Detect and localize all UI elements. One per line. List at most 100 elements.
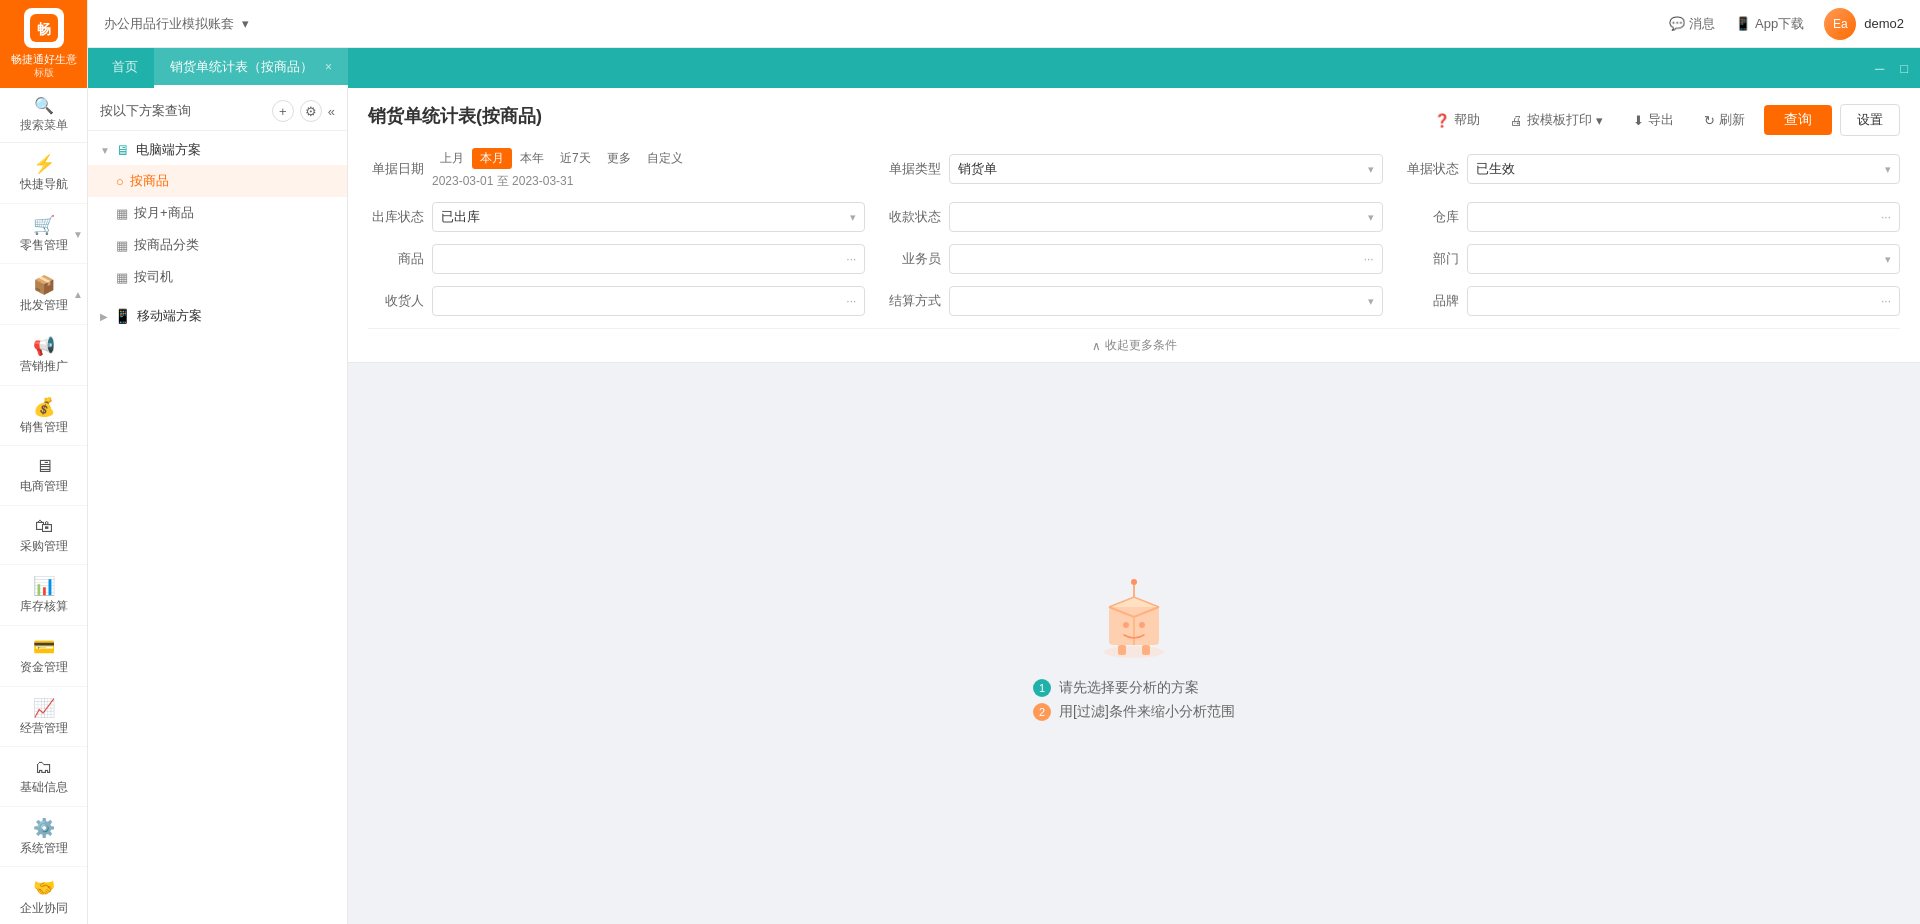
sidebar-item-retail[interactable]: 🛒 零售管理 ▼ xyxy=(0,204,87,265)
department-label: 部门 xyxy=(1403,250,1459,268)
tip-num-1: 1 xyxy=(1033,679,1051,697)
scheme-icon-1: ○ xyxy=(116,174,124,189)
export-btn[interactable]: ⬇ 导出 xyxy=(1622,106,1685,134)
date-tab-this-year[interactable]: 本年 xyxy=(512,148,552,169)
sidebar-item-basic[interactable]: 🗂 基础信息 xyxy=(0,747,87,807)
template-print-btn[interactable]: 🖨 按模板打印 ▾ xyxy=(1499,106,1614,134)
operation-icon: 📈 xyxy=(33,697,55,719)
print-dropdown-icon: ▾ xyxy=(1596,113,1603,128)
svg-point-5 xyxy=(1123,622,1129,628)
empty-tips: 1 请先选择要分析的方案 2 用[过滤]条件来缩小分析范围 xyxy=(1033,679,1235,721)
export-icon: ⬇ xyxy=(1633,113,1644,128)
message-icon: 💬 xyxy=(1669,16,1685,31)
sidebar-item-wholesale[interactable]: 📦 批发管理 ▲ xyxy=(0,264,87,325)
bill-status-input[interactable]: 已生效 ▾ xyxy=(1467,154,1900,184)
sidebar-item-stock[interactable]: 📊 库存核算 xyxy=(0,565,87,626)
sidebar-item-finance[interactable]: 💳 资金管理 xyxy=(0,626,87,687)
query-btn[interactable]: 查询 xyxy=(1764,105,1832,135)
collapse-panel-btn[interactable]: « xyxy=(328,104,335,119)
marketing-label: 营销推广 xyxy=(20,359,68,375)
search-icon: 🔍 xyxy=(34,96,54,115)
department-input[interactable]: ▾ xyxy=(1467,244,1900,274)
out-status-input[interactable]: 已出库 ▾ xyxy=(432,202,865,232)
tip-text-2: 用[过滤]条件来缩小分析范围 xyxy=(1059,703,1235,721)
stock-icon: 📊 xyxy=(33,575,55,597)
receiver-field: 收货人 ··· xyxy=(368,286,865,316)
sidebar-item-ecommerce[interactable]: 🖥 电商管理 xyxy=(0,446,87,506)
data-area: 1 请先选择要分析的方案 2 用[过滤]条件来缩小分析范围 xyxy=(348,363,1920,924)
mobile-icon: 📱 xyxy=(114,308,131,324)
sidebar-item-enterprise[interactable]: 🤝 企业协同 xyxy=(0,867,87,924)
salesperson-dots: ··· xyxy=(1364,252,1374,266)
receipt-status-input[interactable]: ▾ xyxy=(949,202,1382,232)
finance-icon: 💳 xyxy=(33,636,55,658)
warehouse-field: 仓库 ··· xyxy=(1403,202,1900,232)
help-btn[interactable]: ❓ 帮助 xyxy=(1423,106,1491,134)
out-status-arrow: ▾ xyxy=(850,211,856,224)
tabbar: 首页 销货单统计表（按商品） × ─ □ xyxy=(88,48,1920,88)
sidebar-item-system[interactable]: ⚙️ 系统管理 xyxy=(0,807,87,868)
receipt-status-field: 收款状态 ▾ xyxy=(885,202,1382,232)
app-download-action[interactable]: 📱 App下载 xyxy=(1735,15,1804,33)
scheme-by-goods[interactable]: ○ 按商品 xyxy=(88,165,347,197)
basic-icon: 🗂 xyxy=(35,757,53,778)
warehouse-input[interactable]: ··· xyxy=(1467,202,1900,232)
scheme-label-4: 按司机 xyxy=(134,268,173,286)
scheme-label-1: 按商品 xyxy=(130,172,169,190)
svg-rect-10 xyxy=(1142,645,1150,655)
mobile-group-label: 移动端方案 xyxy=(137,307,202,325)
computer-scheme-group: ▼ 🖥 电脑端方案 ○ 按商品 ▦ 按月+商品 ▦ 按商品分类 ▦ xyxy=(88,131,347,297)
workspace-dropdown[interactable]: ▾ xyxy=(242,16,249,31)
purchase-icon: 🛍 xyxy=(35,516,53,537)
brand-input[interactable]: ··· xyxy=(1467,286,1900,316)
app-logo: 畅 畅捷通好生意 标版 xyxy=(0,0,88,88)
computer-group-header[interactable]: ▼ 🖥 电脑端方案 xyxy=(88,135,347,165)
search-menu[interactable]: 🔍 搜索菜单 xyxy=(0,88,87,143)
scheme-by-category[interactable]: ▦ 按商品分类 xyxy=(88,229,347,261)
receiver-label: 收货人 xyxy=(368,292,424,310)
tab-home-label: 首页 xyxy=(112,58,138,76)
left-panel-header: 按以下方案查询 + ⚙ « xyxy=(88,88,347,131)
scheme-by-month-goods[interactable]: ▦ 按月+商品 xyxy=(88,197,347,229)
sidebar-item-marketing[interactable]: 📢 营销推广 xyxy=(0,325,87,386)
tab-maximize[interactable]: □ xyxy=(1896,57,1912,80)
date-tab-last-month[interactable]: 上月 xyxy=(432,148,472,169)
salesperson-input[interactable]: ··· xyxy=(949,244,1382,274)
settings-btn[interactable]: 设置 xyxy=(1840,104,1900,136)
bill-type-arrow: ▾ xyxy=(1368,163,1374,176)
collapse-filters-btn[interactable]: ∧ 收起更多条件 xyxy=(368,328,1900,362)
date-tab-this-month[interactable]: 本月 xyxy=(472,148,512,169)
date-tab-7days[interactable]: 近7天 xyxy=(552,148,599,169)
app-name: 畅捷通好生意 xyxy=(11,52,77,66)
tip-text-1: 请先选择要分析的方案 xyxy=(1059,679,1199,697)
refresh-btn[interactable]: ↻ 刷新 xyxy=(1693,106,1756,134)
goods-input[interactable]: ··· xyxy=(432,244,865,274)
mobile-group-header[interactable]: ▶ 📱 移动端方案 xyxy=(88,301,347,331)
user-area[interactable]: Ea demo2 xyxy=(1824,8,1904,40)
tab-sales-stats-label: 销货单统计表（按商品） xyxy=(170,58,313,76)
scheme-by-driver[interactable]: ▦ 按司机 xyxy=(88,261,347,293)
receiver-input[interactable]: ··· xyxy=(432,286,865,316)
sidebar-item-sales[interactable]: 💰 销售管理 xyxy=(0,386,87,447)
avatar[interactable]: Ea xyxy=(1824,8,1856,40)
tab-close-btn[interactable]: × xyxy=(325,60,332,74)
payment-input[interactable]: ▾ xyxy=(949,286,1382,316)
date-range-value: 2023-03-01 至 2023-03-31 xyxy=(432,173,865,190)
tab-sales-stats[interactable]: 销货单统计表（按商品） × xyxy=(154,48,348,88)
date-tab-more[interactable]: 更多 xyxy=(599,148,639,169)
date-tab-custom[interactable]: 自定义 xyxy=(639,148,691,169)
filter-area: 销货单统计表(按商品) ❓ 帮助 🖨 按模板打印 ▾ ⬇ xyxy=(348,88,1920,363)
add-scheme-btn[interactable]: + xyxy=(272,100,294,122)
sidebar-item-purchase[interactable]: 🛍 采购管理 xyxy=(0,506,87,566)
tab-home[interactable]: 首页 xyxy=(96,48,154,88)
page-title: 销货单统计表(按商品) xyxy=(368,104,542,128)
sidebar-item-quick-nav[interactable]: ⚡ 快捷导航 xyxy=(0,143,87,204)
edit-scheme-btn[interactable]: ⚙ xyxy=(300,100,322,122)
sidebar-item-operation[interactable]: 📈 经营管理 xyxy=(0,687,87,748)
left-panel: 按以下方案查询 + ⚙ « ▼ 🖥 电脑端方案 ○ 按商 xyxy=(88,88,348,924)
receiver-dots: ··· xyxy=(846,294,856,308)
bill-type-input[interactable]: 销货单 ▾ xyxy=(949,154,1382,184)
message-action[interactable]: 💬 消息 xyxy=(1669,15,1715,33)
tab-minimize[interactable]: ─ xyxy=(1871,57,1888,80)
date-tabs: 上月 本月 本年 近7天 更多 自定义 xyxy=(432,148,865,169)
